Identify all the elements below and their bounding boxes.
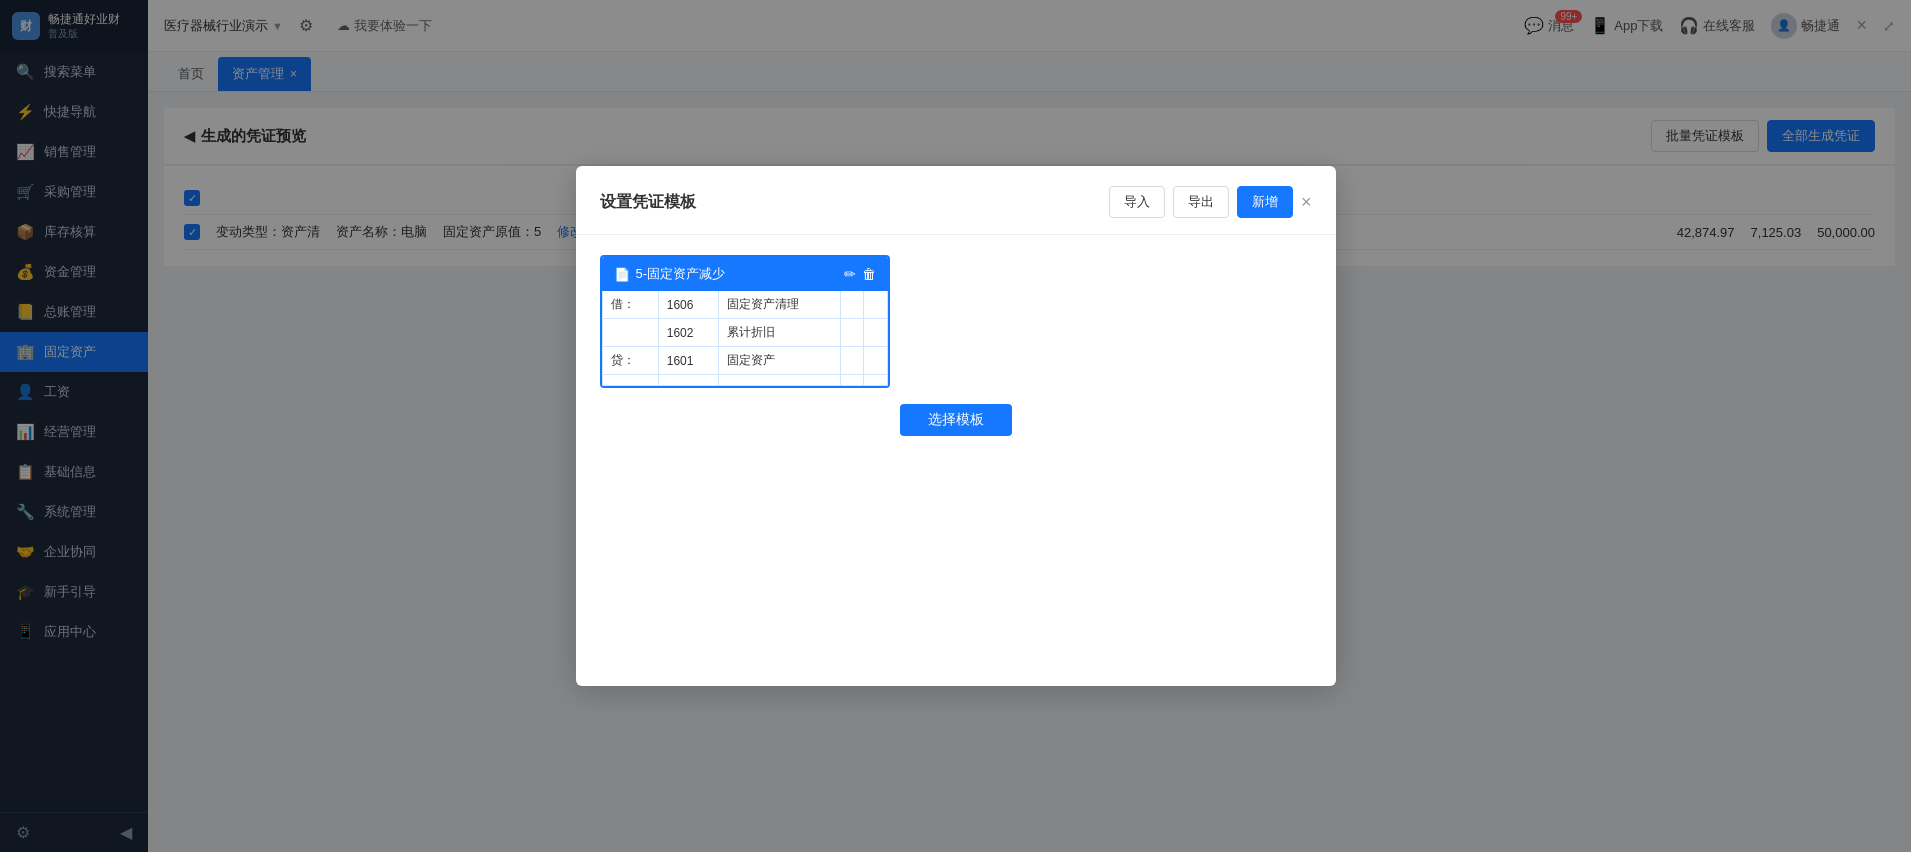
template-edit-icon[interactable]: ✏ <box>844 266 856 282</box>
modal-toolbar: 导入 导出 新增 <box>1101 186 1293 218</box>
template-row-1: 借： 1606 固定资产清理 <box>602 291 887 319</box>
empty-5 <box>864 375 887 386</box>
debit-credit-type: 借： <box>602 291 658 319</box>
select-template-button[interactable]: 选择模板 <box>900 404 1012 436</box>
modal-body: 📄 5-固定资产减少 ✏ 🗑 借： <box>576 235 1336 686</box>
col4-3 <box>864 347 887 375</box>
template-card-header-left: 📄 5-固定资产减少 <box>614 265 726 283</box>
debit-credit-type-2 <box>602 319 658 347</box>
account-code-3: 1601 <box>658 347 718 375</box>
template-card-header-actions: ✏ 🗑 <box>844 266 876 282</box>
account-name: 固定资产清理 <box>718 291 840 319</box>
template-table: 借： 1606 固定资产清理 1602 累计折旧 <box>602 291 888 386</box>
modal-overlay: 设置凭证模板 导入 导出 新增 × <box>148 92 1911 852</box>
debit-credit-type-3: 贷： <box>602 347 658 375</box>
template-card: 📄 5-固定资产减少 ✏ 🗑 借： <box>600 255 890 388</box>
col3 <box>840 291 863 319</box>
template-header-label: 5-固定资产减少 <box>636 265 726 283</box>
account-code-2: 1602 <box>658 319 718 347</box>
empty-4 <box>840 375 863 386</box>
empty-1 <box>602 375 658 386</box>
col3-2 <box>840 319 863 347</box>
empty-3 <box>718 375 840 386</box>
new-template-button[interactable]: 新增 <box>1237 186 1293 218</box>
modal-close-button[interactable]: × <box>1301 193 1312 211</box>
empty-2 <box>658 375 718 386</box>
template-delete-icon[interactable]: 🗑 <box>862 266 876 282</box>
template-row-2: 1602 累计折旧 <box>602 319 887 347</box>
main-area: 医疗器械行业演示 ▼ ⚙ ☁ 我要体验一下 💬 消息 99+ 📱 App下载 <box>148 0 1911 852</box>
modal-header: 设置凭证模板 导入 导出 新增 × <box>576 166 1336 235</box>
template-doc-icon: 📄 <box>614 267 630 282</box>
col4 <box>864 291 887 319</box>
account-name-2: 累计折旧 <box>718 319 840 347</box>
col3-3 <box>840 347 863 375</box>
import-button[interactable]: 导入 <box>1109 186 1165 218</box>
account-name-3: 固定资产 <box>718 347 840 375</box>
account-code: 1606 <box>658 291 718 319</box>
template-row-3: 贷： 1601 固定资产 <box>602 347 887 375</box>
content-area: ◀ 生成的凭证预览 批量凭证模板 全部生成凭证 变动类型：资产清 资产名称：电脑… <box>148 92 1911 852</box>
template-row-4 <box>602 375 887 386</box>
voucher-template-modal: 设置凭证模板 导入 导出 新增 × <box>576 166 1336 686</box>
export-button[interactable]: 导出 <box>1173 186 1229 218</box>
modal-title: 设置凭证模板 <box>600 192 696 213</box>
modal-header-right: 导入 导出 新增 × <box>1101 186 1312 218</box>
template-card-header: 📄 5-固定资产减少 ✏ 🗑 <box>602 257 888 291</box>
col4-2 <box>864 319 887 347</box>
